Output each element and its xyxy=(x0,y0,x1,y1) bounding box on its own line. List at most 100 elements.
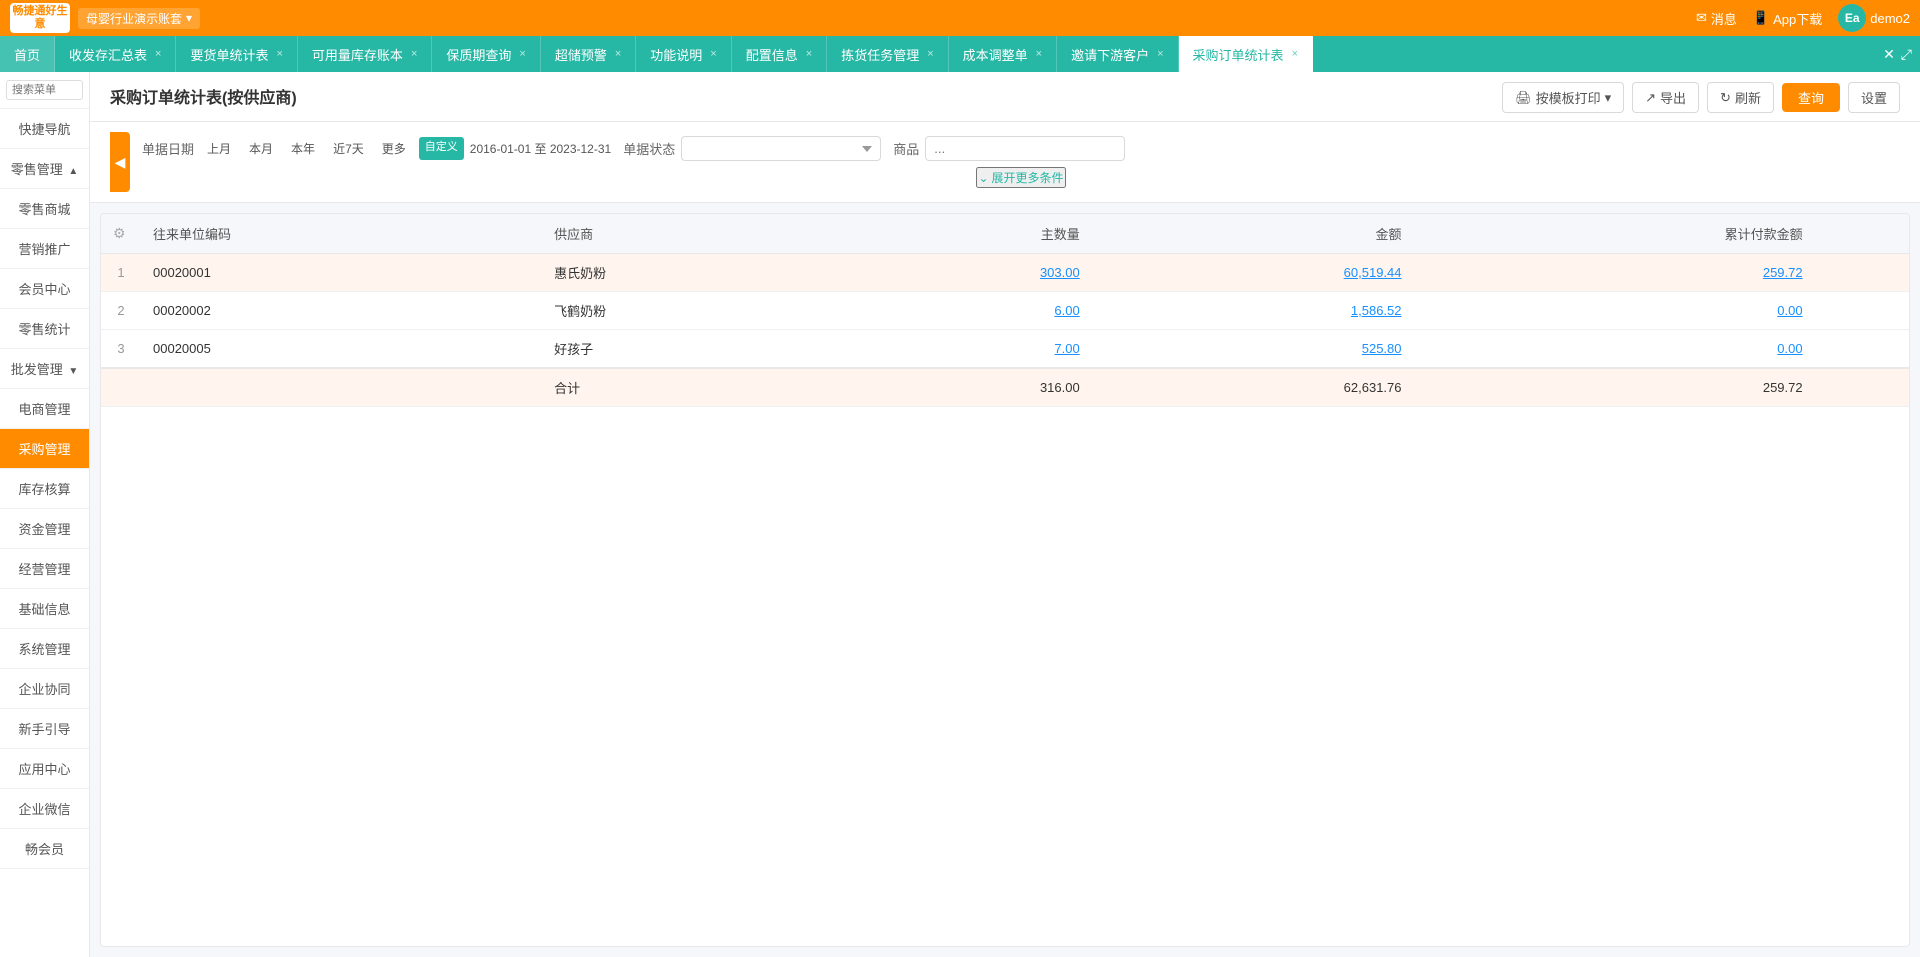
restore-window-icon[interactable]: ⤢ xyxy=(1901,46,1912,63)
tab-home[interactable]: 首页 xyxy=(0,36,55,72)
sidebar-item-qiyeweixin[interactable]: 企业微信 xyxy=(0,789,89,829)
footer-row: 合计 316.00 62,631.76 259.72 xyxy=(101,368,1909,407)
tab-chaochuyujing-label: 超储预警 xyxy=(555,45,607,64)
sidebar-item-changhui[interactable]: 畅会员 xyxy=(0,829,89,869)
row-1-supplier: 惠氏奶粉 xyxy=(542,254,841,292)
app-download-tool[interactable]: 📱 App下载 xyxy=(1753,9,1822,28)
search-box xyxy=(0,72,89,109)
row-3-amount: 525.80 xyxy=(1092,330,1414,369)
tab-chaochuyujing[interactable]: 超储预警 × xyxy=(541,36,636,72)
message-tool[interactable]: ✉ 消息 xyxy=(1696,9,1737,28)
expand-more-button[interactable]: ⌄ 展开更多条件 xyxy=(976,167,1065,188)
tab-shoufashui[interactable]: 收发存汇总表 × xyxy=(55,36,176,72)
tab-baoyouqi-close[interactable]: × xyxy=(519,48,525,60)
table-row: 3 00020005 好孩子 7.00 525.80 0.00 xyxy=(101,330,1909,369)
sidebar-item-jichu[interactable]: 基础信息 xyxy=(0,589,89,629)
print-button[interactable]: 🖨 按模板打印 ▾ xyxy=(1502,82,1624,113)
tab-pihuo[interactable]: 拣货任务管理 × xyxy=(827,36,948,72)
tab-peizhi-close[interactable]: × xyxy=(806,48,812,60)
tab-keyongliang-close[interactable]: × xyxy=(411,48,417,60)
sidebar-item-huiyuan[interactable]: 会员中心 xyxy=(0,269,89,309)
tab-baoyouqi[interactable]: 保质期查询 × xyxy=(432,36,540,72)
date-more[interactable]: 更多 xyxy=(375,137,413,160)
date-7days[interactable]: 近7天 xyxy=(326,137,371,160)
sidebar-item-kuaijie[interactable]: 快捷导航 xyxy=(0,109,89,149)
status-filter-col: 单据状态 xyxy=(623,136,881,161)
sidebar-item-pifa[interactable]: 批发管理 ▼ xyxy=(0,349,89,389)
filter-bar: ◀ 单据日期 上月 本月 本年 近7天 更多 自定义 xyxy=(90,122,1920,203)
sidebar-item-qiye[interactable]: 企业协同 xyxy=(0,669,89,709)
sidebar-item-xinshou[interactable]: 新手引导 xyxy=(0,709,89,749)
search-input[interactable] xyxy=(6,80,83,100)
tab-shoufashui-close[interactable]: × xyxy=(155,48,161,60)
tab-chengben[interactable]: 成本调整单 × xyxy=(949,36,1057,72)
sidebar-item-lingshoutongji[interactable]: 零售统计 xyxy=(0,309,89,349)
row-1-amount-link[interactable]: 60,519.44 xyxy=(1344,265,1402,280)
refresh-icon: ↻ xyxy=(1720,90,1731,106)
row-2-paid: 0.00 xyxy=(1414,292,1815,330)
sidebar-item-zijin[interactable]: 资金管理 xyxy=(0,509,89,549)
tab-yaohuo[interactable]: 要货单统计表 × xyxy=(176,36,297,72)
query-button[interactable]: 查询 xyxy=(1782,83,1840,112)
sidebar-item-yingyong[interactable]: 应用中心 xyxy=(0,749,89,789)
row-2-paid-link[interactable]: 0.00 xyxy=(1777,303,1802,318)
sidebar-item-lingshoushangjia[interactable]: 零售商城 xyxy=(0,189,89,229)
row-2-amount-link[interactable]: 1,586.52 xyxy=(1351,303,1402,318)
tab-gongneng-close[interactable]: × xyxy=(710,48,716,60)
row-2-qty: 6.00 xyxy=(841,292,1092,330)
row-3-code: 00020005 xyxy=(141,330,542,369)
sidebar-item-caigou[interactable]: 采购管理 xyxy=(0,429,89,469)
row-2-qty-link[interactable]: 6.00 xyxy=(1054,303,1079,318)
date-shortcuts: 上月 本月 本年 近7天 更多 自定义 xyxy=(200,137,464,160)
breadcrumb[interactable]: 母婴行业演示账套 ▾ xyxy=(78,8,200,29)
tab-shoufashui-label: 收发存汇总表 xyxy=(69,45,147,64)
tab-caigou[interactable]: 采购订单统计表 × xyxy=(1179,36,1313,72)
user-tool[interactable]: Ea demo2 xyxy=(1838,4,1910,32)
date-this-month[interactable]: 本月 xyxy=(242,137,280,160)
main-layout: 快捷导航 零售管理 ▲ 零售商城 营销推广 会员中心 零售统计 批发管理 ▼ 电… xyxy=(0,72,1920,957)
th-extra xyxy=(1815,214,1909,254)
row-1-paid-link[interactable]: 259.72 xyxy=(1763,265,1803,280)
sidebar-item-jingying[interactable]: 经营管理 xyxy=(0,549,89,589)
tab-keyongliang-label: 可用量库存账本 xyxy=(312,45,403,64)
date-filter-col: 单据日期 上月 本月 本年 近7天 更多 自定义 2016-01-01 至 20… xyxy=(142,137,611,160)
sidebar-item-yingxiao[interactable]: 营销推广 xyxy=(0,229,89,269)
tab-baoyouqi-label: 保质期查询 xyxy=(446,45,511,64)
close-window-icon[interactable]: ✕ xyxy=(1883,46,1895,63)
row-3-qty-link[interactable]: 7.00 xyxy=(1054,341,1079,356)
tab-yaoqing-close[interactable]: × xyxy=(1157,48,1163,60)
tab-yaohuo-close[interactable]: × xyxy=(276,48,282,60)
column-settings-icon[interactable]: ⚙ xyxy=(113,225,126,241)
th-paid: 累计付款金额 xyxy=(1414,214,1815,254)
tab-keyongliang[interactable]: 可用量库存账本 × xyxy=(298,36,432,72)
row-3-paid-link[interactable]: 0.00 xyxy=(1777,341,1802,356)
tab-gongneng[interactable]: 功能说明 × xyxy=(636,36,731,72)
status-select[interactable] xyxy=(681,136,881,161)
date-last-month[interactable]: 上月 xyxy=(200,137,238,160)
footer-qty: 316.00 xyxy=(841,368,1092,407)
date-this-year[interactable]: 本年 xyxy=(284,137,322,160)
refresh-button[interactable]: ↻ 刷新 xyxy=(1707,82,1774,113)
row-2-extra xyxy=(1815,292,1909,330)
tab-yaoqing[interactable]: 邀请下游客户 × xyxy=(1057,36,1178,72)
row-1-extra xyxy=(1815,254,1909,292)
sidebar-item-dianshang[interactable]: 电商管理 xyxy=(0,389,89,429)
tab-peizhi[interactable]: 配置信息 × xyxy=(732,36,827,72)
filter-collapse-button[interactable]: ◀ xyxy=(110,132,130,192)
sidebar-item-lingshou[interactable]: 零售管理 ▲ xyxy=(0,149,89,189)
tab-caigou-close[interactable]: × xyxy=(1292,48,1298,60)
export-button[interactable]: ↗ 导出 xyxy=(1632,82,1699,113)
export-icon: ↗ xyxy=(1645,90,1656,106)
row-3-amount-link[interactable]: 525.80 xyxy=(1362,341,1402,356)
settings-button[interactable]: 设置 xyxy=(1848,82,1900,113)
phone-icon: 📱 xyxy=(1753,10,1769,26)
tab-chengben-close[interactable]: × xyxy=(1036,48,1042,60)
row-1-amount: 60,519.44 xyxy=(1092,254,1414,292)
goods-input[interactable] xyxy=(925,136,1125,161)
sidebar-item-kucun[interactable]: 库存核算 xyxy=(0,469,89,509)
tab-chaochuyujing-close[interactable]: × xyxy=(615,48,621,60)
row-1-qty-link[interactable]: 303.00 xyxy=(1040,265,1080,280)
row-3-num: 3 xyxy=(101,330,141,369)
tab-pihuo-close[interactable]: × xyxy=(927,48,933,60)
sidebar-item-xitong[interactable]: 系统管理 xyxy=(0,629,89,669)
